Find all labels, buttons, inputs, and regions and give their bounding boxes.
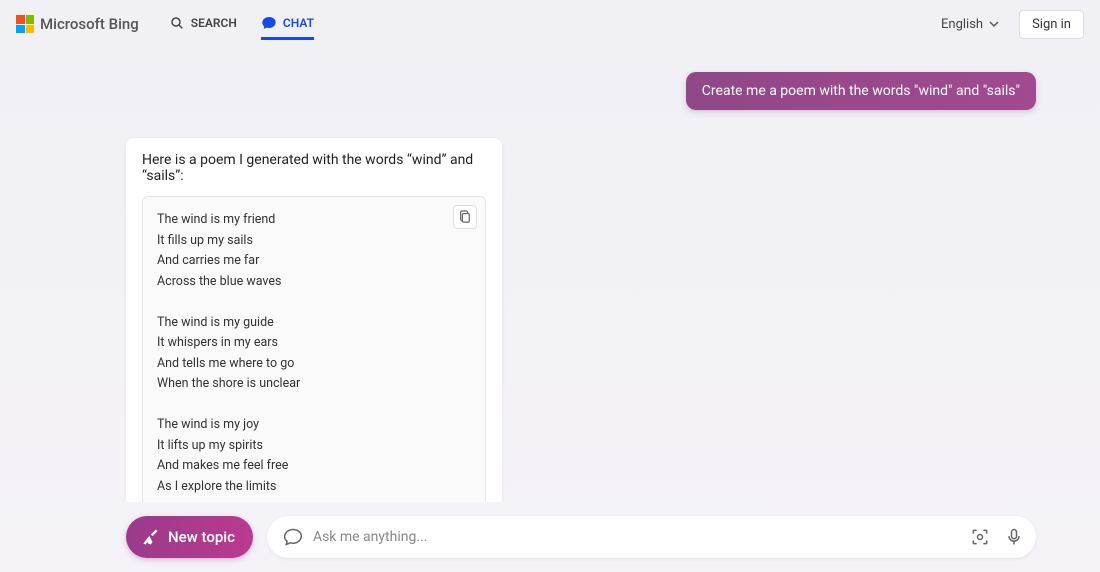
brand-name: Microsoft Bing xyxy=(40,15,139,33)
microsoft-logo-icon xyxy=(16,15,34,33)
poem-text: The wind is my friend It fills up my sai… xyxy=(157,212,300,502)
bot-message-bubble: Here is a poem I generated with the word… xyxy=(126,138,502,502)
visual-search-icon[interactable] xyxy=(970,527,990,547)
user-message-text: Create me a poem with the words "wind" a… xyxy=(702,83,1020,99)
tab-chat[interactable]: CHAT xyxy=(261,9,314,40)
copy-button[interactable] xyxy=(453,205,477,229)
chat-input-box[interactable] xyxy=(267,516,1036,558)
chat-area: Create me a poem with the words "wind" a… xyxy=(0,60,1100,502)
tab-search-label: SEARCH xyxy=(191,16,237,30)
bottom-bar: New topic xyxy=(126,516,1036,558)
new-topic-button[interactable]: New topic xyxy=(126,516,253,558)
signin-button[interactable]: Sign in xyxy=(1019,10,1084,39)
language-label: English xyxy=(941,17,983,32)
microphone-icon[interactable] xyxy=(1004,527,1024,547)
input-action-icons xyxy=(970,527,1024,547)
tab-chat-label: CHAT xyxy=(283,16,314,30)
poem-code-block: The wind is my friend It fills up my sai… xyxy=(142,196,486,502)
header-right: English Sign in xyxy=(941,10,1084,39)
nav-tabs: SEARCH CHAT xyxy=(169,9,314,40)
brand-logo-group[interactable]: Microsoft Bing xyxy=(16,15,139,33)
chevron-down-icon xyxy=(989,19,999,29)
chat-input-icon xyxy=(283,527,303,547)
copy-icon xyxy=(459,210,471,224)
language-selector[interactable]: English xyxy=(941,17,999,32)
new-topic-label: New topic xyxy=(168,528,235,546)
bot-intro-text: Here is a poem I generated with the word… xyxy=(142,152,486,184)
broom-icon xyxy=(140,527,160,547)
tab-search[interactable]: SEARCH xyxy=(169,9,237,40)
header: Microsoft Bing SEARCH CHAT English Sign … xyxy=(0,0,1100,48)
chat-input[interactable] xyxy=(313,529,970,545)
chat-icon xyxy=(261,15,277,31)
user-message-bubble: Create me a poem with the words "wind" a… xyxy=(686,72,1036,110)
search-icon xyxy=(169,15,185,31)
